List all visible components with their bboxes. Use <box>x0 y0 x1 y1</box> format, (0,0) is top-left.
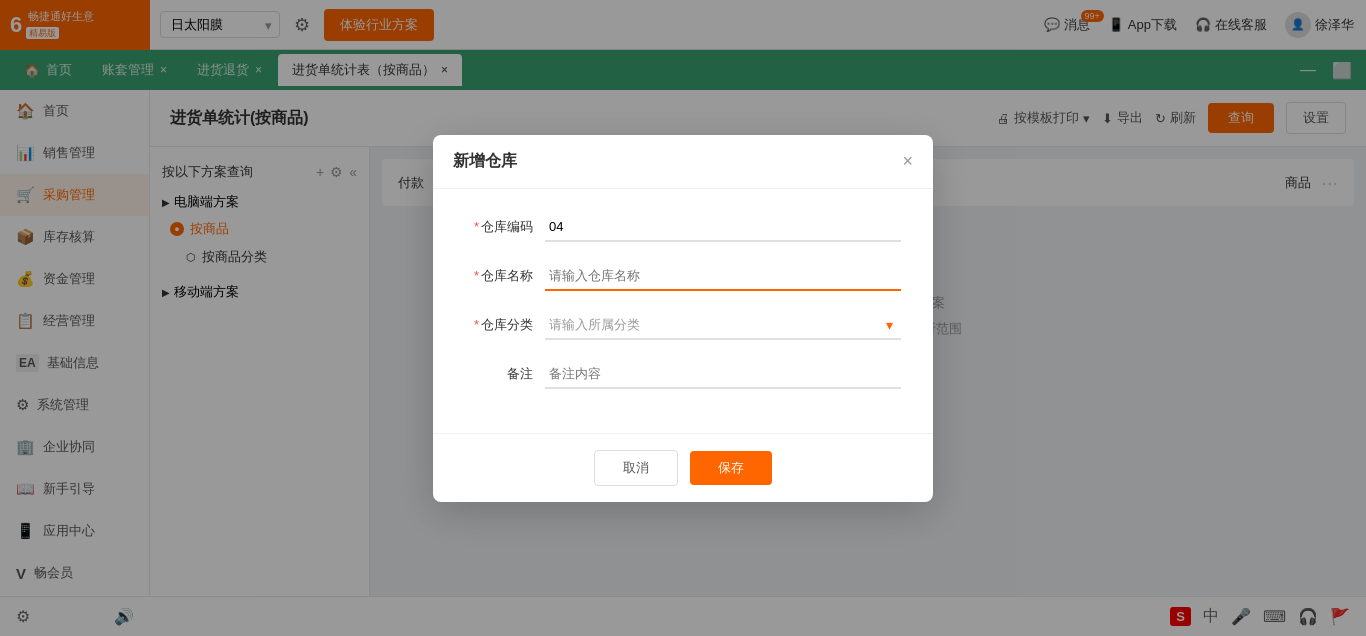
dialog-body: 仓库编码 仓库名称 仓库分类 请输入所属分类 备注 <box>433 189 933 433</box>
dialog-close-button[interactable]: × <box>902 151 913 172</box>
warehouse-code-input[interactable] <box>545 213 901 242</box>
code-label: 仓库编码 <box>465 218 545 236</box>
category-label: 仓库分类 <box>465 316 545 334</box>
dialog-footer: 取消 保存 <box>433 433 933 502</box>
warehouse-note-row: 备注 <box>465 360 901 389</box>
warehouse-category-select[interactable]: 请输入所属分类 <box>545 311 901 340</box>
warehouse-category-row: 仓库分类 请输入所属分类 <box>465 311 901 340</box>
warehouse-note-input[interactable] <box>545 360 901 389</box>
dialog-header: 新增仓库 × <box>433 135 933 189</box>
category-select-wrap: 请输入所属分类 <box>545 311 901 340</box>
add-warehouse-dialog: 新增仓库 × 仓库编码 仓库名称 仓库分类 请输入所属分类 <box>433 135 933 502</box>
name-label: 仓库名称 <box>465 267 545 285</box>
warehouse-name-input[interactable] <box>545 262 901 291</box>
cancel-button[interactable]: 取消 <box>594 450 678 486</box>
warehouse-code-row: 仓库编码 <box>465 213 901 242</box>
modal-overlay[interactable]: 新增仓库 × 仓库编码 仓库名称 仓库分类 请输入所属分类 <box>0 0 1366 636</box>
note-label: 备注 <box>465 365 545 383</box>
warehouse-name-row: 仓库名称 <box>465 262 901 291</box>
save-button[interactable]: 保存 <box>690 451 772 485</box>
dialog-title: 新增仓库 <box>453 151 517 172</box>
